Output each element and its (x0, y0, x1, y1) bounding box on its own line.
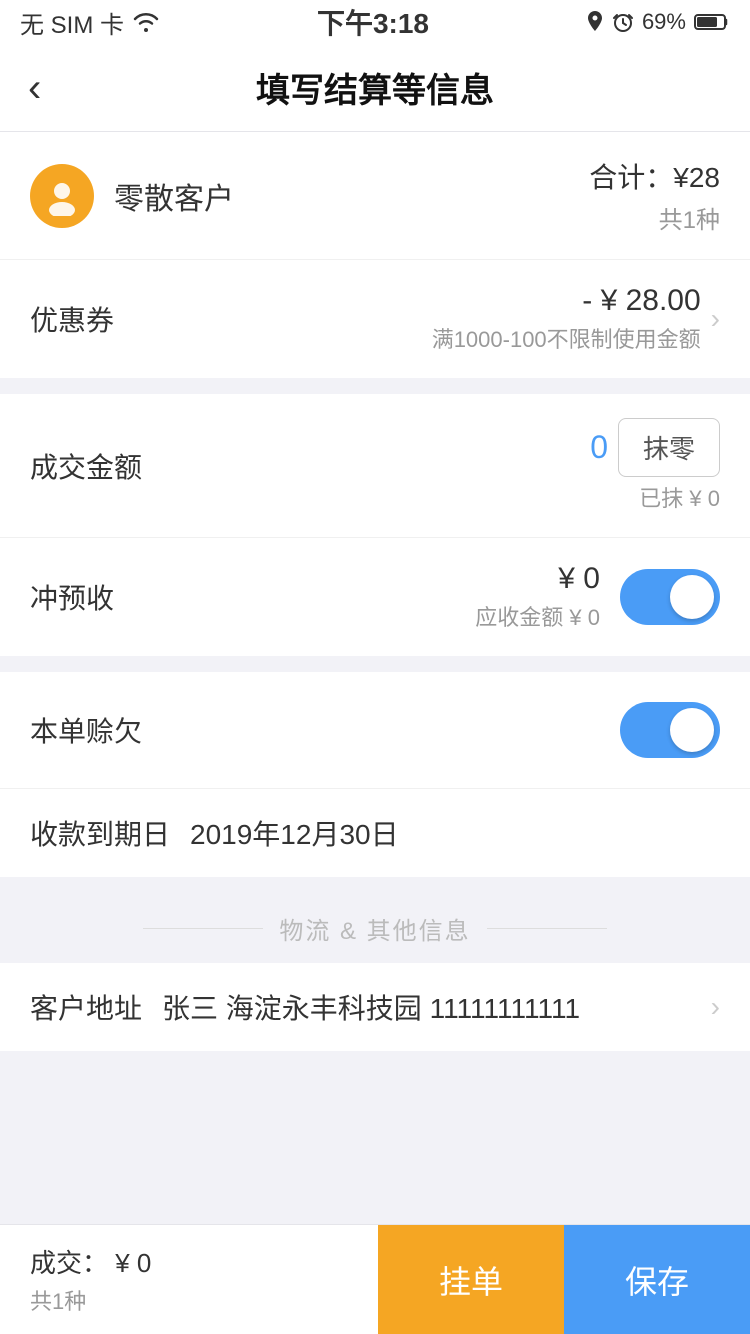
debt-toggle[interactable] (620, 702, 720, 758)
transaction-label: 成交金额 (30, 446, 142, 486)
prepayment-label: 冲预收 (30, 577, 114, 617)
wifi-icon (132, 12, 160, 32)
transaction-sub: 已抹 ¥ 0 (548, 481, 720, 513)
status-left: 无 SIM 卡 (20, 5, 160, 40)
status-right: 69% (586, 9, 730, 35)
transaction-section: 成交金额 0 抹零 已抹 ¥ 0 冲预收 ¥ 0 应收金额 ¥ 0 (0, 394, 750, 656)
coupon-chevron-icon: › (711, 303, 720, 335)
debt-section: 本单赊欠 收款到期日 2019年12月30日 (0, 672, 750, 877)
due-date-label: 收款到期日 (30, 813, 170, 853)
footer-transaction: 成交： ¥ 0 (30, 1243, 348, 1280)
footer: 成交： ¥ 0 共1种 挂单 保存 (0, 1224, 750, 1334)
battery-icon (694, 12, 730, 32)
debt-toggle-knob (670, 708, 714, 752)
back-button[interactable]: ‹ (28, 68, 41, 108)
page-title: 填写结算等信息 (256, 63, 494, 112)
round-off-button[interactable]: 抹零 (618, 418, 720, 477)
coupon-desc: 满1000-100不限制使用金额 (432, 322, 701, 354)
customer-info: 零散客户 (30, 164, 234, 228)
customer-row: 零散客户 合计：¥28 共1种 (0, 132, 750, 259)
coupon-discount: - ¥ 28.00 (432, 284, 701, 318)
address-chevron-icon: › (711, 991, 720, 1023)
location-icon (586, 11, 604, 33)
logistics-line-left (143, 928, 263, 929)
address-value: 张三 海淀永丰科技园 11111111111 (162, 987, 711, 1027)
prepayment-right: ¥ 0 应收金额 ¥ 0 (475, 562, 720, 632)
footer-info: 成交： ¥ 0 共1种 (0, 1225, 378, 1334)
alarm-icon (612, 11, 634, 33)
customer-count: 共1种 (589, 200, 720, 235)
transaction-right-col: 0 抹零 已抹 ¥ 0 (548, 418, 720, 513)
prepayment-toggle-knob (670, 575, 714, 619)
footer-transaction-value: ¥ 0 (115, 1248, 151, 1278)
customer-name: 零散客户 (114, 174, 234, 218)
transaction-right: 0 抹零 已抹 ¥ 0 (548, 418, 720, 513)
debt-row: 本单赊欠 (0, 672, 750, 788)
status-bar: 无 SIM 卡 下午3:18 69% (0, 0, 750, 44)
coupon-right: - ¥ 28.00 满1000-100不限制使用金额 › (432, 284, 720, 354)
address-label: 客户地址 (30, 987, 142, 1027)
coupon-info: - ¥ 28.00 满1000-100不限制使用金额 (432, 284, 701, 354)
save-button[interactable]: 保存 (564, 1225, 750, 1334)
status-time: 下午3:18 (317, 2, 429, 42)
transaction-value[interactable]: 0 (548, 429, 608, 466)
prepayment-col: ¥ 0 应收金额 ¥ 0 (475, 562, 600, 632)
no-sim-label: 无 SIM 卡 (20, 5, 124, 40)
customer-total-section: 合计：¥28 共1种 (589, 156, 720, 235)
debt-label: 本单赊欠 (30, 710, 142, 750)
footer-count: 共1种 (30, 1284, 348, 1316)
transaction-row: 成交金额 0 抹零 已抹 ¥ 0 (0, 394, 750, 538)
prepayment-sub: 应收金额 ¥ 0 (475, 600, 600, 632)
prepayment-amount: ¥ 0 (475, 562, 600, 596)
customer-total: 合计：¥28 (589, 156, 720, 196)
address-row[interactable]: 客户地址 张三 海淀永丰科技园 11111111111 › (0, 963, 750, 1051)
battery-percent: 69% (642, 9, 686, 35)
hangbill-button[interactable]: 挂单 (378, 1225, 564, 1334)
logistics-label: 物流 & 其他信息 (143, 911, 606, 946)
prepayment-toggle[interactable] (620, 569, 720, 625)
coupon-label: 优惠券 (30, 299, 114, 339)
footer-transaction-label: 成交： (30, 1248, 108, 1278)
coupon-row[interactable]: 优惠券 - ¥ 28.00 满1000-100不限制使用金额 › (0, 259, 750, 378)
customer-section: 零散客户 合计：¥28 共1种 优惠券 - ¥ 28.00 满1000-100不… (0, 132, 750, 378)
prepayment-row: 冲预收 ¥ 0 应收金额 ¥ 0 (0, 538, 750, 656)
due-date-value: 2019年12月30日 (190, 813, 399, 853)
nav-bar: ‹ 填写结算等信息 (0, 44, 750, 132)
avatar-icon (42, 176, 82, 216)
address-section: 客户地址 张三 海淀永丰科技园 11111111111 › (0, 963, 750, 1051)
due-date-row: 收款到期日 2019年12月30日 (0, 788, 750, 877)
customer-avatar (30, 164, 94, 228)
logistics-divider: 物流 & 其他信息 (0, 893, 750, 963)
logistics-line-right (487, 928, 607, 929)
